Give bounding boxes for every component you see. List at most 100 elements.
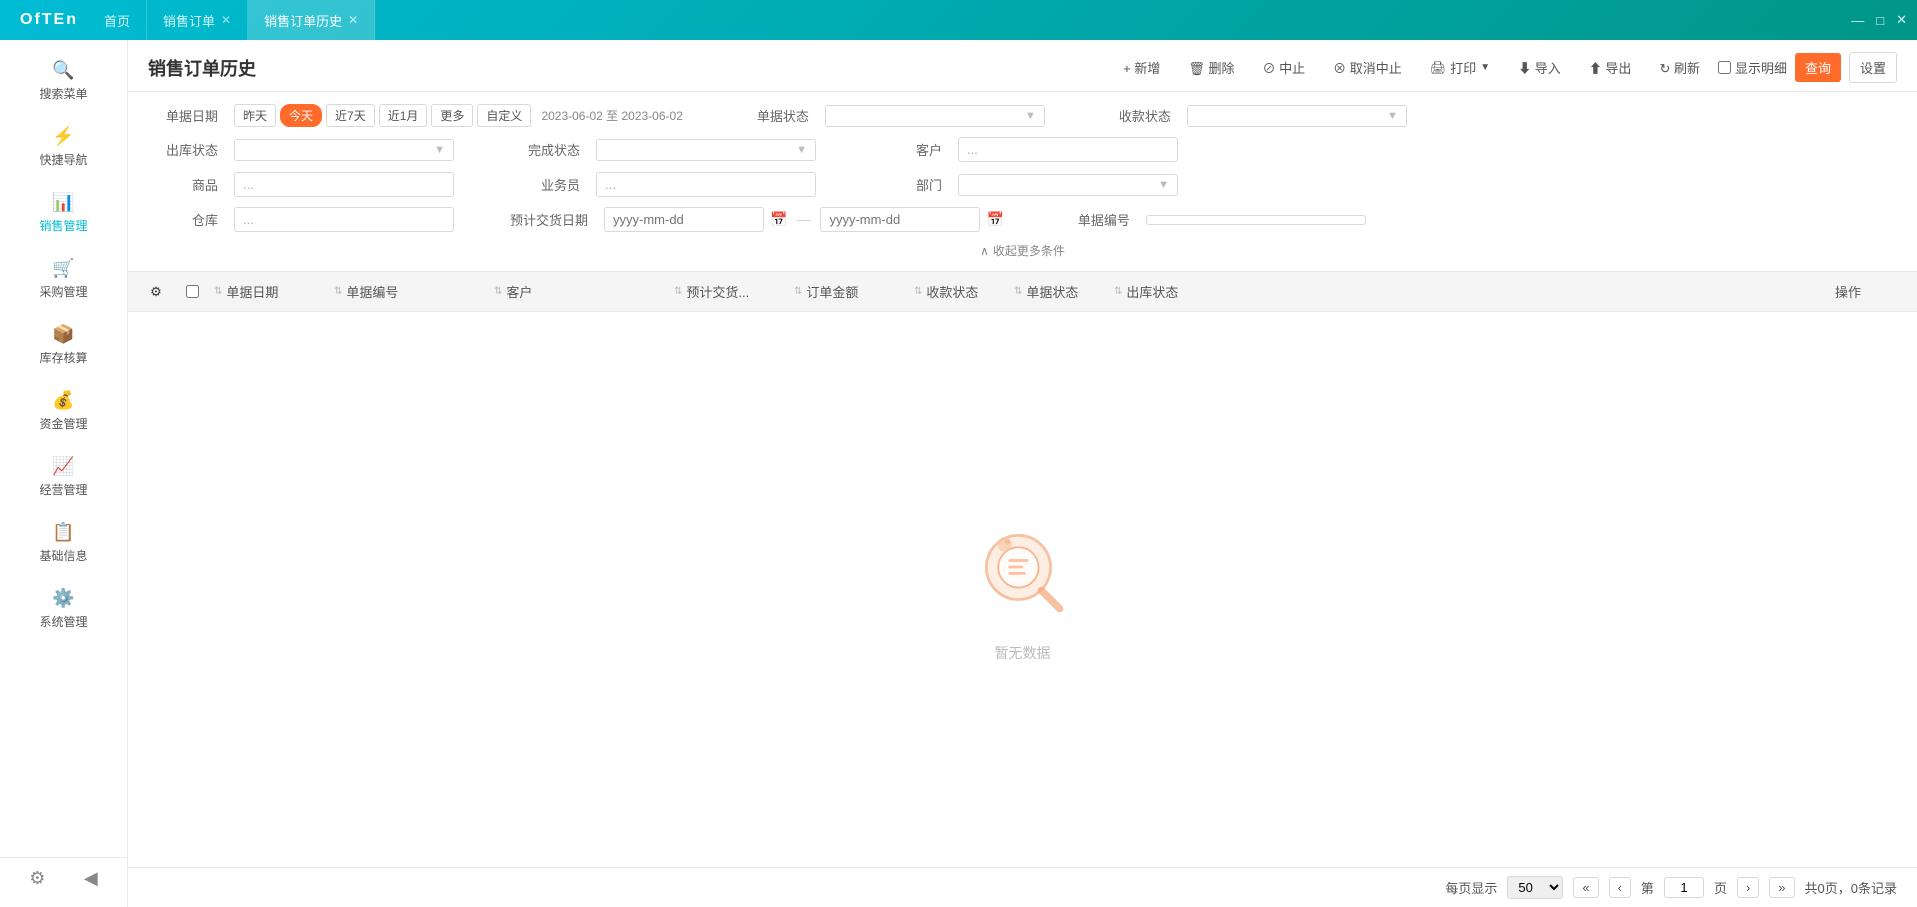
sidebar-item-operations[interactable]: 📈 经营管理 (0, 444, 127, 510)
print-arrow-icon: ▼ (1480, 62, 1490, 73)
content-area: 销售订单历史 + 新增 🗑 删除 ⊘ 中止 ⊗ 取消中止 🖨 打印 ▼ ⬇ 导入… (128, 40, 1917, 907)
page-size-label: 每页显示 (1445, 878, 1497, 897)
page-first-btn[interactable]: « (1573, 877, 1598, 898)
payment-status-label: 收款状态 (1101, 106, 1171, 125)
dept-select[interactable]: ▼ (958, 174, 1178, 196)
date-btn-more[interactable]: 更多 (431, 104, 473, 127)
new-button[interactable]: + 新增 (1113, 53, 1170, 82)
warehouse-input[interactable]: ... (234, 207, 454, 232)
date-btn-last-month[interactable]: 近1月 (379, 104, 428, 127)
order-status-select[interactable]: ▼ (825, 105, 1045, 127)
delivery-end-cal-icon[interactable]: 📅 (986, 211, 1003, 228)
complete-status-select[interactable]: ▼ (596, 139, 816, 161)
sidebar-item-search-menu-label: 搜索菜单 (39, 85, 87, 102)
collapse-row[interactable]: ∧ 收起更多条件 (148, 242, 1897, 259)
tab-home[interactable]: 首页 (88, 0, 147, 40)
tab-sales-order-history[interactable]: 销售订单历史 ✕ (248, 0, 375, 40)
th-order-status-label: 单据状态 (1026, 282, 1078, 301)
tab-sales-order-history-close[interactable]: ✕ (348, 13, 358, 27)
th-date-label: 单据日期 (226, 282, 278, 301)
payment-status-select[interactable]: ▼ (1187, 105, 1407, 127)
collapse-label: 收起更多条件 (993, 242, 1065, 259)
page-next-btn[interactable]: › (1737, 877, 1759, 898)
tab-sales-order[interactable]: 销售订单 ✕ (147, 0, 248, 40)
sidebar-item-inventory[interactable]: 📦 库存核算 (0, 312, 127, 378)
date-btn-last7[interactable]: 近7天 (326, 104, 375, 127)
tab-sales-order-close[interactable]: ✕ (221, 13, 231, 27)
th-sort-amount-icon[interactable]: ⇅ (794, 286, 802, 297)
delivery-end-input[interactable] (820, 207, 980, 232)
sidebar-item-purchase-mgmt[interactable]: 🛒 采购管理 (0, 246, 127, 312)
finance-icon: 💰 (52, 390, 74, 411)
date-btn-today[interactable]: 今天 (280, 104, 322, 127)
delivery-start-cal-icon[interactable]: 📅 (770, 211, 787, 228)
sidebar-item-system[interactable]: ⚙️ 系统管理 (0, 576, 127, 642)
payment-status-arrow-icon: ▼ (1387, 110, 1398, 122)
salesperson-input[interactable]: ... (596, 172, 816, 197)
th-settings[interactable]: ⚙ (136, 284, 176, 300)
delivery-separator: — (797, 212, 810, 227)
customer-input[interactable]: ... (958, 137, 1178, 162)
display-toggle-checkbox[interactable] (1718, 61, 1731, 74)
out-status-select[interactable]: ▼ (234, 139, 454, 161)
th-checkbox[interactable] (176, 285, 208, 298)
date-btn-yesterday[interactable]: 昨天 (234, 104, 276, 127)
order-status-label: 单据状态 (739, 106, 809, 125)
th-sort-customer-icon[interactable]: ⇅ (494, 286, 502, 297)
page-last-btn[interactable]: » (1769, 877, 1794, 898)
page-input[interactable] (1664, 877, 1704, 898)
sidebar-item-quick-nav[interactable]: ⚡ 快捷导航 (0, 114, 127, 180)
order-no-input[interactable] (1146, 215, 1366, 225)
sidebar-item-basic-info[interactable]: 📋 基础信息 (0, 510, 127, 576)
th-sort-number-icon[interactable]: ⇅ (334, 286, 342, 297)
table-footer: 每页显示 20 50 100 « ‹ 第 页 › » 共0页，0条记录 (128, 867, 1917, 907)
date-buttons: 昨天 今天 近7天 近1月 更多 自定义 (234, 104, 531, 127)
cancel-stop-button[interactable]: ⊗ 取消中止 (1323, 53, 1412, 82)
product-input[interactable]: ... (234, 172, 454, 197)
page-unit: 页 (1714, 878, 1727, 897)
date-range-text: 2023-06-02 至 2023-06-02 (541, 107, 682, 124)
sidebar-collapse-btn[interactable]: ◀ (84, 868, 98, 889)
sidebar-item-finance[interactable]: 💰 资金管理 (0, 378, 127, 444)
th-sort-delivery-icon[interactable]: ⇅ (674, 286, 682, 297)
th-number: ⇅ 单据编号 (328, 274, 488, 309)
page-size-select[interactable]: 20 50 100 (1507, 876, 1563, 899)
th-sort-payment-icon[interactable]: ⇅ (914, 286, 922, 297)
total-text: 共0页，0条记录 (1805, 878, 1897, 897)
delivery-start-input[interactable] (604, 207, 764, 232)
table-area: ⚙ ⇅ 单据日期 ⇅ 单据编号 ⇅ 客户 ⇅ (128, 272, 1917, 867)
print-button[interactable]: 🖨 打印 ▼ (1420, 53, 1500, 82)
filter-row-3: 商品 ... 业务员 ... 部门 ▼ (148, 172, 1897, 197)
display-toggle-label: 显示明细 (1735, 58, 1787, 77)
stop-button[interactable]: ⊘ 中止 (1253, 53, 1316, 82)
export-button[interactable]: ⬆ 导出 (1579, 53, 1642, 82)
query-button[interactable]: 查询 (1795, 53, 1841, 82)
delete-button[interactable]: 🗑 删除 (1178, 53, 1244, 82)
th-sort-order-icon[interactable]: ⇅ (1014, 286, 1022, 297)
th-sort-out-icon[interactable]: ⇅ (1114, 286, 1122, 297)
settings-button[interactable]: 设置 (1849, 52, 1897, 83)
th-sort-date-icon[interactable]: ⇅ (214, 286, 222, 297)
sidebar-settings-btn[interactable]: ⚙ (29, 868, 45, 889)
window-minimize-btn[interactable]: — (1851, 13, 1864, 28)
refresh-button[interactable]: ↻ 刷新 (1649, 53, 1710, 82)
page-prev-btn[interactable]: ‹ (1609, 877, 1631, 898)
sidebar-item-sales-mgmt[interactable]: 📊 销售管理 (0, 180, 127, 246)
collapse-up-icon: ∧ (980, 244, 989, 258)
dept-arrow-icon: ▼ (1158, 179, 1169, 191)
main-layout: 🔍 搜索菜单 ⚡ 快捷导航 📊 销售管理 🛒 采购管理 📦 库存核算 💰 资金管… (0, 40, 1917, 907)
warehouse-label: 仓库 (148, 210, 218, 229)
empty-state: 暂无数据 (128, 312, 1917, 867)
window-close-btn[interactable]: ✕ (1896, 12, 1907, 28)
th-date: ⇅ 单据日期 (208, 274, 328, 309)
select-all-checkbox[interactable] (186, 285, 199, 298)
tab-sales-order-label: 销售订单 (163, 11, 215, 30)
import-button[interactable]: ⬇ 导入 (1508, 53, 1571, 82)
date-btn-custom[interactable]: 自定义 (477, 104, 531, 127)
system-icon: ⚙️ (52, 588, 74, 609)
window-maximize-btn[interactable]: □ (1876, 13, 1884, 28)
sidebar-item-search-menu[interactable]: 🔍 搜索菜单 (0, 48, 127, 114)
product-dots: ... (243, 177, 254, 192)
tab-home-label: 首页 (104, 11, 130, 30)
filter-row-2: 出库状态 ▼ 完成状态 ▼ 客户 ... (148, 137, 1897, 162)
